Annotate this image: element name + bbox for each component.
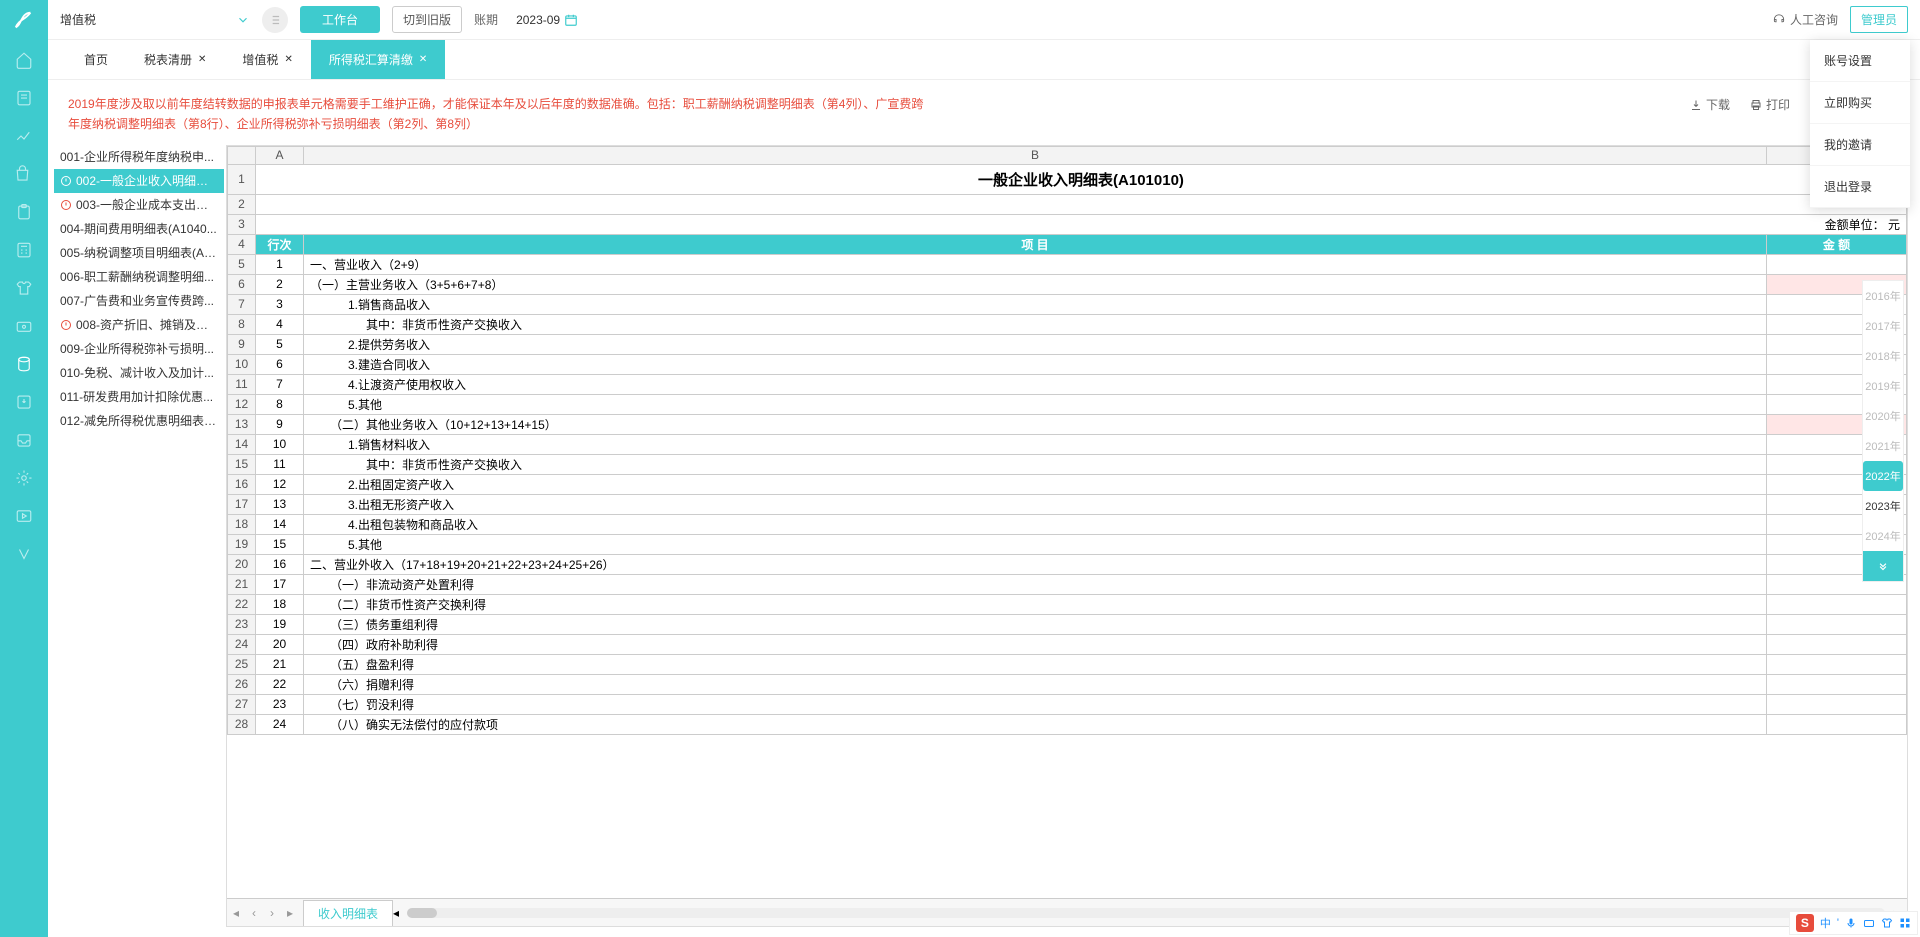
period-picker[interactable]: 2023-09 [510,13,578,27]
menu-buy-now[interactable]: 立即购买 [1810,82,1910,124]
nav-chart-icon[interactable] [14,126,34,146]
tab-3[interactable]: 所得税汇算清缴✕ [311,40,445,79]
form-nav-list: 001-企业所得税年度纳税申...002-一般企业收入明细表(A1...003-… [54,145,224,927]
year-2021年[interactable]: 2021年 [1863,431,1903,461]
year-2016年[interactable]: 2016年 [1863,281,1903,311]
warning-icon [60,199,72,211]
print-button[interactable]: 打印 [1750,96,1790,113]
tab-close-icon[interactable]: ✕ [284,54,292,65]
ime-tools-icon[interactable] [1899,917,1911,929]
module-name: 增值税 [60,11,96,28]
nav-item-7[interactable]: 008-资产折旧、摊销及纳税... [54,313,224,337]
scroll-thumb[interactable] [407,908,437,918]
grid-area[interactable]: ABC1一般企业收入明细表(A101010)23金额单位： 元4行次项 目金 额… [227,146,1907,898]
page-tabs: 首页税表清册✕增值税✕所得税汇算清缴✕ [48,40,1920,80]
nav-inbox-icon[interactable] [14,430,34,450]
menu-my-invites[interactable]: 我的邀请 [1810,124,1910,166]
nav-v-icon[interactable] [14,544,34,564]
tab-1[interactable]: 税表清册✕ [126,40,224,79]
tab-close-icon[interactable]: ✕ [419,54,427,65]
nav-video-icon[interactable] [14,506,34,526]
menu-logout[interactable]: 退出登录 [1810,166,1910,208]
consult-link[interactable]: 人工咨询 [1772,11,1838,28]
ime-logo[interactable]: S [1796,914,1814,932]
year-2024年[interactable]: 2024年 [1863,521,1903,551]
download-icon [1690,99,1702,111]
nav-item-8[interactable]: 009-企业所得税弥补亏损明... [54,337,224,361]
nav-home-icon[interactable] [14,50,34,70]
tab-close-icon[interactable]: ✕ [198,54,206,65]
nav-settings-icon[interactable] [14,468,34,488]
year-2022年[interactable]: 2022年 [1863,461,1903,491]
nav-item-6[interactable]: 007-广告费和业务宣传费跨... [54,289,224,313]
nav-bag-icon[interactable] [14,164,34,184]
sheet-nav-next[interactable]: › [263,906,281,920]
nav-item-2[interactable]: 003-一般企业成本支出明细... [54,193,224,217]
period-value: 2023-09 [516,13,560,27]
period-label: 账期 [474,11,498,28]
sheet-nav-prev[interactable]: ‹ [245,906,263,920]
warning-icon [60,319,72,331]
history-button[interactable] [262,7,288,33]
year-2018年[interactable]: 2018年 [1863,341,1903,371]
nav-item-10[interactable]: 011-研发费用加计扣除优惠... [54,385,224,409]
nav-item-5[interactable]: 006-职工薪酬纳税调整明细... [54,265,224,289]
nav-export-icon[interactable] [14,392,34,412]
user-dropdown-menu: 账号设置 立即购买 我的邀请 退出登录 [1810,40,1910,208]
sheet-nav-first[interactable]: ◂ [227,906,245,920]
ime-lang[interactable]: 中 [1820,915,1831,931]
year-2017年[interactable]: 2017年 [1863,311,1903,341]
year-rail: 2016年2017年2018年2019年2020年2021年2022年2023年… [1862,280,1904,582]
ime-bar: S 中 ' [1789,911,1918,935]
nav-cash-icon[interactable] [14,316,34,336]
switch-old-button[interactable]: 切到旧版 [392,6,462,33]
nav-clipboard-icon[interactable] [14,202,34,222]
nav-tax-icon[interactable] [14,354,34,374]
tab-2[interactable]: 增值税✕ [224,40,310,79]
ime-skin-icon[interactable] [1881,917,1893,929]
menu-account-settings[interactable]: 账号设置 [1810,40,1910,82]
nav-item-0[interactable]: 001-企业所得税年度纳税申... [54,145,224,169]
sheet-tab-bar: ◂ ‹ › ▸ 收入明细表 ◂ ▸ [227,898,1907,926]
nav-calc-icon[interactable] [14,240,34,260]
nav-item-3[interactable]: 004-期间费用明细表(A1040... [54,217,224,241]
year-2020年[interactable]: 2020年 [1863,401,1903,431]
ime-mic-icon[interactable] [1845,917,1857,929]
download-button[interactable]: 下载 [1690,96,1730,113]
year-2023年[interactable]: 2023年 [1863,491,1903,521]
headset-icon [1772,13,1786,27]
nav-doc-icon[interactable] [14,88,34,108]
warning-icon [60,175,72,187]
tab-0[interactable]: 首页 [66,40,126,79]
ime-punct[interactable]: ' [1837,917,1839,929]
top-bar: 增值税 工作台 切到旧版 账期 2023-09 人工咨询 管理员 [48,0,1920,40]
nav-shirt-icon[interactable] [14,278,34,298]
admin-button[interactable]: 管理员 [1850,6,1908,33]
year-2019年[interactable]: 2019年 [1863,371,1903,401]
print-icon [1750,99,1762,111]
sheet-hscroll[interactable]: ◂ ▸ [393,906,1907,920]
workbench-button[interactable]: 工作台 [300,6,380,33]
sheet-tab[interactable]: 收入明细表 [303,900,393,926]
ime-keyboard-icon[interactable] [1863,917,1875,929]
calendar-icon [564,13,578,27]
spreadsheet: ABC1一般企业收入明细表(A101010)23金额单位： 元4行次项 目金 额… [226,145,1908,927]
module-dropdown[interactable]: 增值税 [60,11,250,28]
chevron-down-icon [236,13,250,27]
sheet-nav-last[interactable]: ▸ [281,906,299,920]
nav-item-11[interactable]: 012-减免所得税优惠明细表(... [54,409,224,433]
scroll-left-icon[interactable]: ◂ [393,906,399,920]
nav-item-9[interactable]: 010-免税、减计收入及加计... [54,361,224,385]
nav-item-4[interactable]: 005-纳税调整项目明细表(A1... [54,241,224,265]
warning-text: 2019年度涉及取以前年度结转数据的申报表单元格需要手工维护正确，才能保证本年及… [48,80,948,141]
nav-item-1[interactable]: 002-一般企业收入明细表(A1... [54,169,224,193]
year-more-button[interactable] [1863,551,1903,581]
app-logo [12,8,36,32]
left-sidebar [0,0,48,937]
